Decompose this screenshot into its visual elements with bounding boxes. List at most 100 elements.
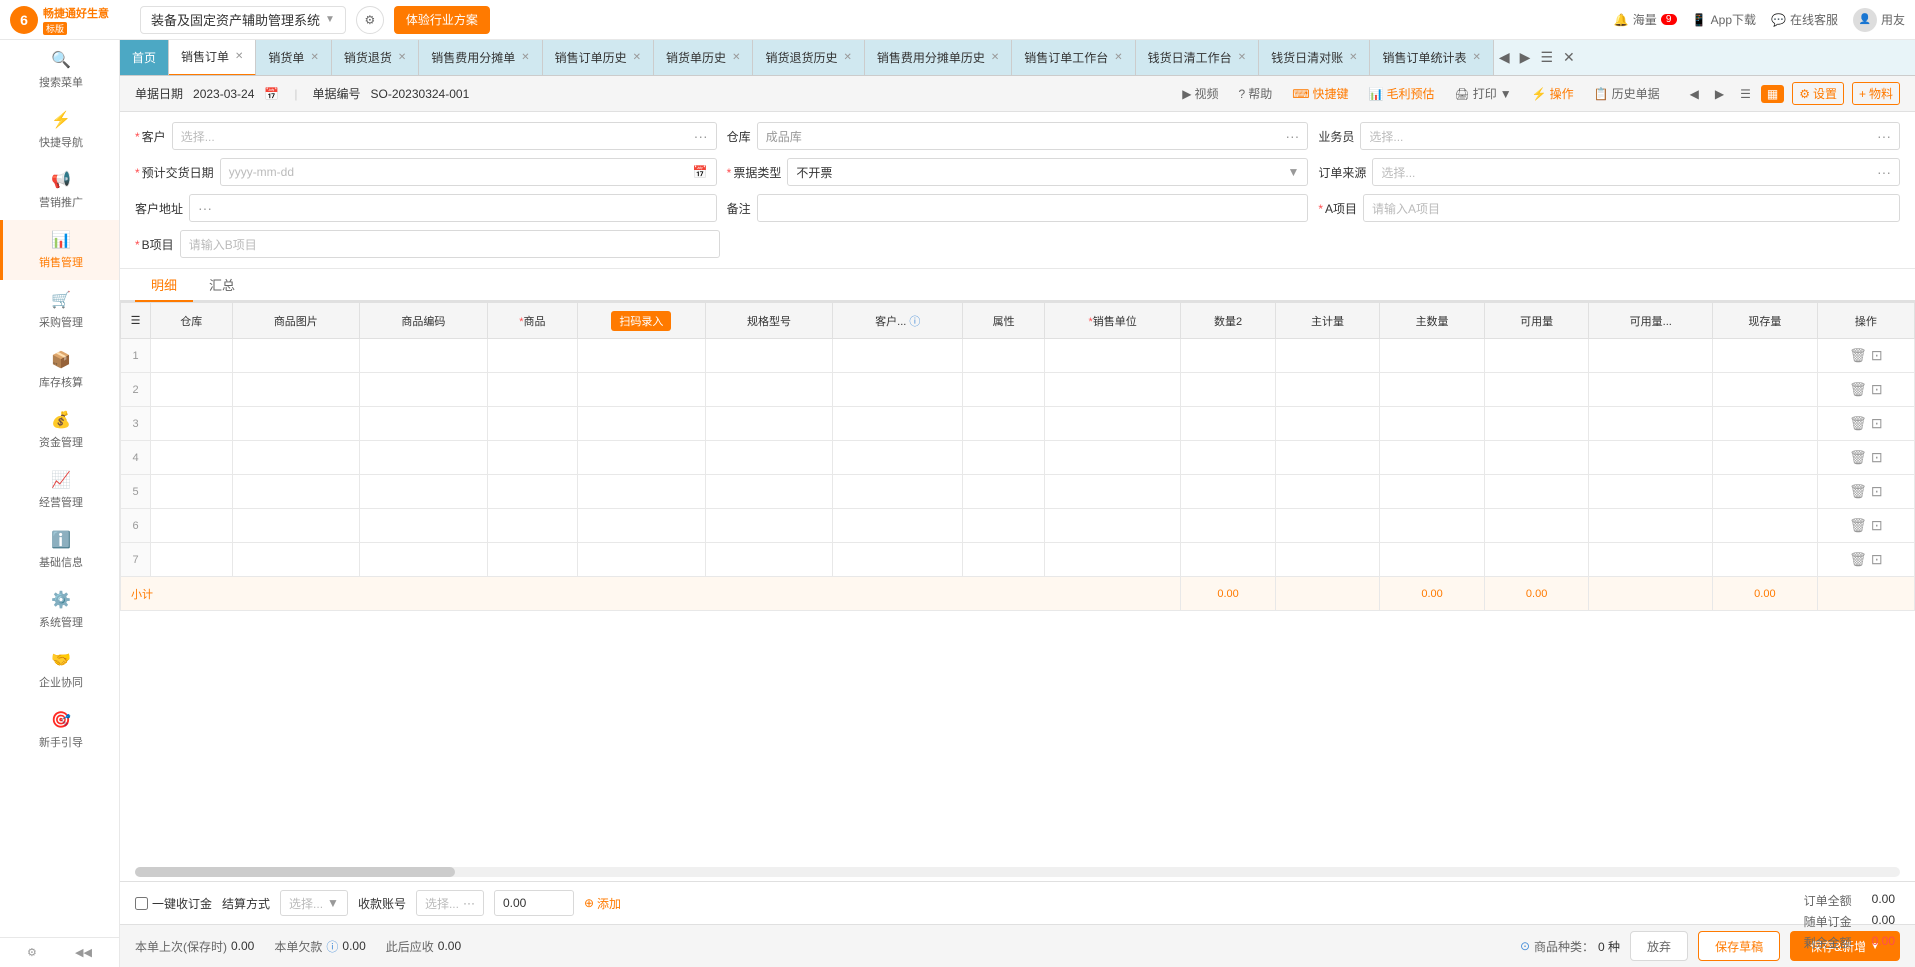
row-3-copy-icon[interactable]: ⊡ [1871,415,1883,432]
row-2-img[interactable] [232,373,360,407]
calendar-icon[interactable]: 📅 [264,87,279,101]
sidebar-item-search[interactable]: 🔍 搜索菜单 [0,40,119,100]
prev-record-btn[interactable]: ◀ [1684,85,1705,103]
row-6-copy-icon[interactable]: ⊡ [1871,517,1883,534]
row-4-avail-qty2[interactable] [1589,441,1713,475]
row-1-copy-icon[interactable]: ⊡ [1871,347,1883,364]
row-2-attr[interactable] [963,373,1045,407]
row-3-delete-icon[interactable]: 🗑 [1849,415,1867,432]
invoice-type-select[interactable]: 不开票 ▼ [787,158,1308,186]
tab-sales-order-close[interactable]: ✕ [235,51,243,62]
b-project-input[interactable]: 请输入B项目 [180,230,720,258]
row-5-scan[interactable] [578,475,706,509]
tab-sales-return-history[interactable]: 销货退货历史 ✕ [753,40,864,76]
row-3-avail-qty[interactable] [1484,407,1589,441]
row-4-main-qty[interactable] [1380,441,1485,475]
row-5-unit[interactable] [1044,475,1181,509]
row-2-code[interactable] [360,373,488,407]
row-7-avail-qty[interactable] [1484,543,1589,577]
row-7-code[interactable] [360,543,488,577]
row-5-current-stock[interactable] [1713,475,1818,509]
trial-button[interactable]: 体验行业方案 [394,6,490,34]
grid-view-btn[interactable]: ▦ [1761,85,1784,103]
row-2-scan[interactable] [578,373,706,407]
sidebar-item-basic[interactable]: ℹ️ 基础信息 [0,520,119,580]
scrollbar-thumb[interactable] [135,867,455,877]
row-7-avail-qty2[interactable] [1589,543,1713,577]
tab-sales-stats[interactable]: 销售订单统计表 ✕ [1370,40,1493,76]
row-5-copy-icon[interactable]: ⊡ [1871,483,1883,500]
row-1-main-qty[interactable] [1380,339,1485,373]
row-5-spec[interactable] [705,475,833,509]
system-name-selector[interactable]: 装备及固定资产辅助管理系统 ▼ [140,6,346,34]
row-7-scan[interactable] [578,543,706,577]
sidebar-item-sales[interactable]: 📊 销售管理 [0,220,119,280]
row-3-product[interactable] [487,407,578,441]
row-7-customer[interactable] [833,543,963,577]
row-5-img[interactable] [232,475,360,509]
customer-input[interactable]: 选择... ··· [172,122,717,150]
row-1-current-stock[interactable] [1713,339,1818,373]
remark-input[interactable] [757,194,1309,222]
row-2-main-qty[interactable] [1380,373,1485,407]
row-6-unit[interactable] [1044,509,1181,543]
list-view-btn[interactable]: ☰ [1734,85,1757,103]
row-4-qty2[interactable] [1181,441,1275,475]
row-6-avail-qty[interactable] [1484,509,1589,543]
row-4-customer[interactable] [833,441,963,475]
tab-cash-reconcile[interactable]: 钱货日清对账 ✕ [1259,40,1370,76]
row-7-main-unit[interactable] [1275,543,1380,577]
payment-select[interactable]: 选择... ▼ [280,890,348,916]
help-btn[interactable]: ? 帮助 [1233,83,1279,104]
row-2-avail-qty2[interactable] [1589,373,1713,407]
customer-col-info-icon[interactable]: ⓘ [909,316,920,328]
delivery-date-input[interactable]: yyyy-mm-dd 📅 [220,158,717,186]
amount-input[interactable]: 0.00 [494,890,574,916]
tab-sales-return[interactable]: 销货退货 ✕ [332,40,419,76]
col-settings-btn[interactable]: ☰ [121,303,151,339]
row-3-main-qty[interactable] [1380,407,1485,441]
row-5-delete-icon[interactable]: 🗑 [1849,483,1867,500]
row-6-qty2[interactable] [1181,509,1275,543]
sidebar-item-inventory[interactable]: 📦 库存核算 [0,340,119,400]
discard-button[interactable]: 放弃 [1630,931,1688,961]
next-record-btn[interactable]: ▶ [1709,85,1730,103]
tab-sales-fee-close[interactable]: ✕ [521,52,529,63]
row-3-scan[interactable] [578,407,706,441]
row-3-code[interactable] [360,407,488,441]
horizontal-scrollbar[interactable] [135,867,1900,877]
row-7-delete-icon[interactable]: 🗑 [1849,551,1867,568]
row-1-unit[interactable] [1044,339,1181,373]
row-5-qty2[interactable] [1181,475,1275,509]
tab-prev[interactable]: ◀ [1494,49,1515,66]
row-4-code[interactable] [360,441,488,475]
row-5-avail-qty2[interactable] [1589,475,1713,509]
scan-btn[interactable]: 扫码录入 [611,311,671,331]
tab-next[interactable]: ▶ [1515,49,1536,66]
row-4-spec[interactable] [705,441,833,475]
row-2-unit[interactable] [1044,373,1181,407]
row-4-product[interactable] [487,441,578,475]
row-2-delete-icon[interactable]: 🗑 [1849,381,1867,398]
tab-sales-receipt[interactable]: 销货单 ✕ [256,40,331,76]
row-4-warehouse[interactable] [151,441,233,475]
row-1-img[interactable] [232,339,360,373]
tab-close-all[interactable]: ✕ [1558,49,1580,66]
row-6-product[interactable] [487,509,578,543]
tab-home[interactable]: 首页 [120,40,169,76]
row-2-warehouse[interactable] [151,373,233,407]
address-input[interactable]: ··· [189,194,717,222]
warehouse-dots-icon[interactable]: ··· [1285,128,1299,144]
row-7-unit[interactable] [1044,543,1181,577]
app-download-item[interactable]: 📱 App下载 [1692,11,1756,28]
row-1-qty2[interactable] [1181,339,1275,373]
row-2-main-unit[interactable] [1275,373,1380,407]
row-4-unit[interactable] [1044,441,1181,475]
warehouse-input[interactable]: 成品库 ··· [757,122,1309,150]
row-6-main-unit[interactable] [1275,509,1380,543]
row-7-main-qty[interactable] [1380,543,1485,577]
row-3-warehouse[interactable] [151,407,233,441]
row-5-product[interactable] [487,475,578,509]
row-4-attr[interactable] [963,441,1045,475]
tab-sales-fee-history-close[interactable]: ✕ [991,52,999,63]
